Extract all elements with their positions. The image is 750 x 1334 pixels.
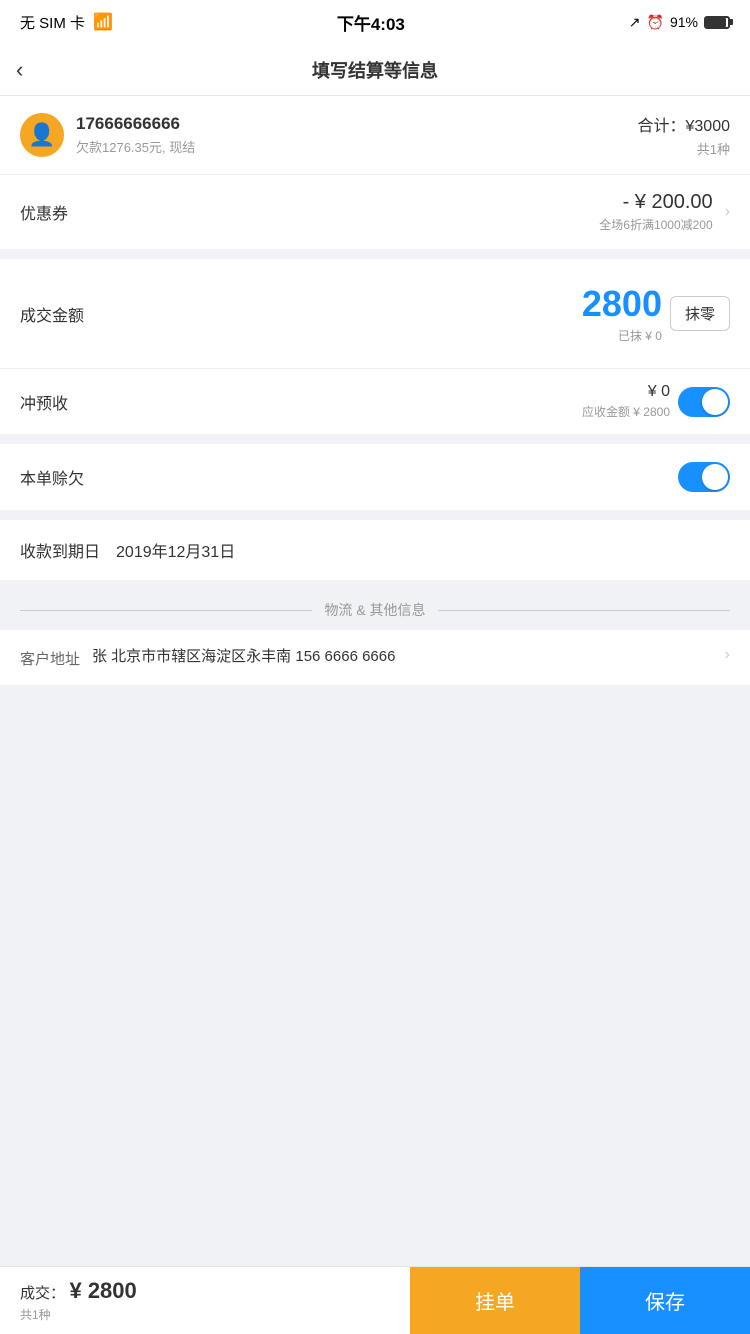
amount-value: 2800 bbox=[582, 283, 662, 325]
logistics-section-header: 物流 & 其他信息 bbox=[0, 590, 750, 630]
sheqian-label: 本单赊欠 bbox=[20, 465, 84, 489]
amount-section: 成交金额 2800 已抹 ¥ 0 抹零 bbox=[0, 259, 750, 368]
battery-icon bbox=[704, 16, 730, 29]
chong-toggle[interactable] bbox=[678, 387, 730, 417]
status-left: 无 SIM 卡 📶 bbox=[20, 12, 113, 33]
amount-card: 成交金额 2800 已抹 ¥ 0 抹零 冲预收 ¥ 0 应收金额 ¥ 2800 bbox=[0, 259, 750, 434]
customer-phone: 17666666666 bbox=[76, 114, 195, 134]
amount-right: 2800 已抹 ¥ 0 抹零 bbox=[582, 283, 730, 344]
customer-card: 👤 17666666666 欠款1276.35元, 现结 合计：¥3000 共1… bbox=[0, 96, 750, 249]
amount-sub: 已抹 ¥ 0 bbox=[582, 327, 662, 344]
coupon-value-area: - ¥ 200.00 全场6折满1000减200 bbox=[599, 191, 712, 233]
nav-bar: ‹ 填写结算等信息 bbox=[0, 44, 750, 96]
chong-value-area: ¥ 0 应收金额 ¥ 2800 bbox=[582, 383, 670, 420]
customer-total: 合计：¥3000 bbox=[638, 112, 731, 136]
customer-row: 👤 17666666666 欠款1276.35元, 现结 合计：¥3000 共1… bbox=[0, 96, 750, 174]
date-row: 收款到期日 2019年12月31日 bbox=[0, 520, 750, 580]
wifi-icon: 📶 bbox=[93, 12, 113, 32]
sheqian-row: 本单赊欠 bbox=[0, 444, 750, 510]
coupon-amount: - ¥ 200.00 bbox=[599, 191, 712, 214]
main-content: 👤 17666666666 欠款1276.35元, 现结 合计：¥3000 共1… bbox=[0, 96, 750, 775]
amount-label: 成交金额 bbox=[20, 302, 84, 326]
coupon-label: 优惠券 bbox=[20, 200, 68, 224]
status-time: 下午4:03 bbox=[337, 10, 405, 35]
sheqian-toggle[interactable] bbox=[678, 462, 730, 492]
chong-sub: 应收金额 ¥ 2800 bbox=[582, 403, 670, 420]
battery-percent: 91% bbox=[670, 14, 698, 30]
chong-row: 冲预收 ¥ 0 应收金额 ¥ 2800 bbox=[0, 368, 750, 434]
customer-sub-info: 欠款1276.35元, 现结 bbox=[76, 137, 195, 156]
chong-amount: ¥ 0 bbox=[648, 383, 670, 401]
bottom-count: 共1种 bbox=[20, 1306, 390, 1323]
customer-count: 共1种 bbox=[638, 139, 731, 158]
customer-right: 合计：¥3000 共1种 bbox=[638, 112, 731, 158]
chong-right: ¥ 0 应收金额 ¥ 2800 bbox=[582, 383, 730, 420]
amount-value-area: 2800 已抹 ¥ 0 bbox=[582, 283, 662, 344]
avatar: 👤 bbox=[20, 113, 64, 157]
bottom-deal-amount: ¥ 2800 bbox=[69, 1278, 136, 1303]
address-row[interactable]: 客户地址 张 北京市市辖区海淀区永丰南 156 6666 6666 › bbox=[0, 630, 750, 685]
bottom-bar: 成交： ¥ 2800 共1种 挂单 保存 bbox=[0, 1266, 750, 1334]
customer-left: 👤 17666666666 欠款1276.35元, 现结 bbox=[20, 113, 195, 157]
amount-row: 成交金额 2800 已抹 ¥ 0 抹零 bbox=[20, 275, 730, 352]
divider-line-right bbox=[438, 610, 730, 611]
back-button[interactable]: ‹ bbox=[16, 57, 23, 83]
status-bar: 无 SIM 卡 📶 下午4:03 ↗ ⏰ 91% bbox=[0, 0, 750, 44]
bottom-deal-label: 成交： bbox=[20, 1285, 65, 1302]
bottom-deal-line: 成交： ¥ 2800 bbox=[20, 1278, 390, 1304]
toggle-knob bbox=[702, 389, 728, 415]
page-title: 填写结算等信息 bbox=[312, 57, 438, 83]
round-btn[interactable]: 抹零 bbox=[670, 296, 730, 331]
address-value: 张 北京市市辖区海淀区永丰南 156 6666 6666 bbox=[92, 646, 709, 669]
logistics-divider-text: 物流 & 其他信息 bbox=[324, 600, 425, 620]
bottom-summary: 成交： ¥ 2800 共1种 bbox=[0, 1278, 410, 1323]
sheqian-toggle-knob bbox=[702, 464, 728, 490]
chong-label: 冲预收 bbox=[20, 390, 68, 414]
coupon-desc: 全场6折满1000减200 bbox=[599, 216, 712, 233]
alarm-icon: ⏰ bbox=[647, 14, 664, 31]
status-right: ↗ ⏰ 91% bbox=[629, 14, 730, 31]
coupon-right: - ¥ 200.00 全场6折满1000减200 › bbox=[599, 191, 730, 233]
divider-line-left bbox=[20, 610, 312, 611]
date-value: 2019年12月31日 bbox=[116, 538, 235, 562]
coupon-row[interactable]: 优惠券 - ¥ 200.00 全场6折满1000减200 › bbox=[0, 174, 750, 249]
location-icon: ↗ bbox=[629, 14, 641, 31]
address-chevron-icon: › bbox=[725, 646, 730, 664]
carrier-text: 无 SIM 卡 bbox=[20, 12, 85, 33]
chevron-right-icon: › bbox=[725, 203, 730, 221]
date-label: 收款到期日 bbox=[20, 538, 100, 562]
hold-button[interactable]: 挂单 bbox=[410, 1267, 580, 1334]
save-button[interactable]: 保存 bbox=[580, 1267, 750, 1334]
address-label: 客户地址 bbox=[20, 648, 80, 669]
customer-info: 17666666666 欠款1276.35元, 现结 bbox=[76, 114, 195, 156]
